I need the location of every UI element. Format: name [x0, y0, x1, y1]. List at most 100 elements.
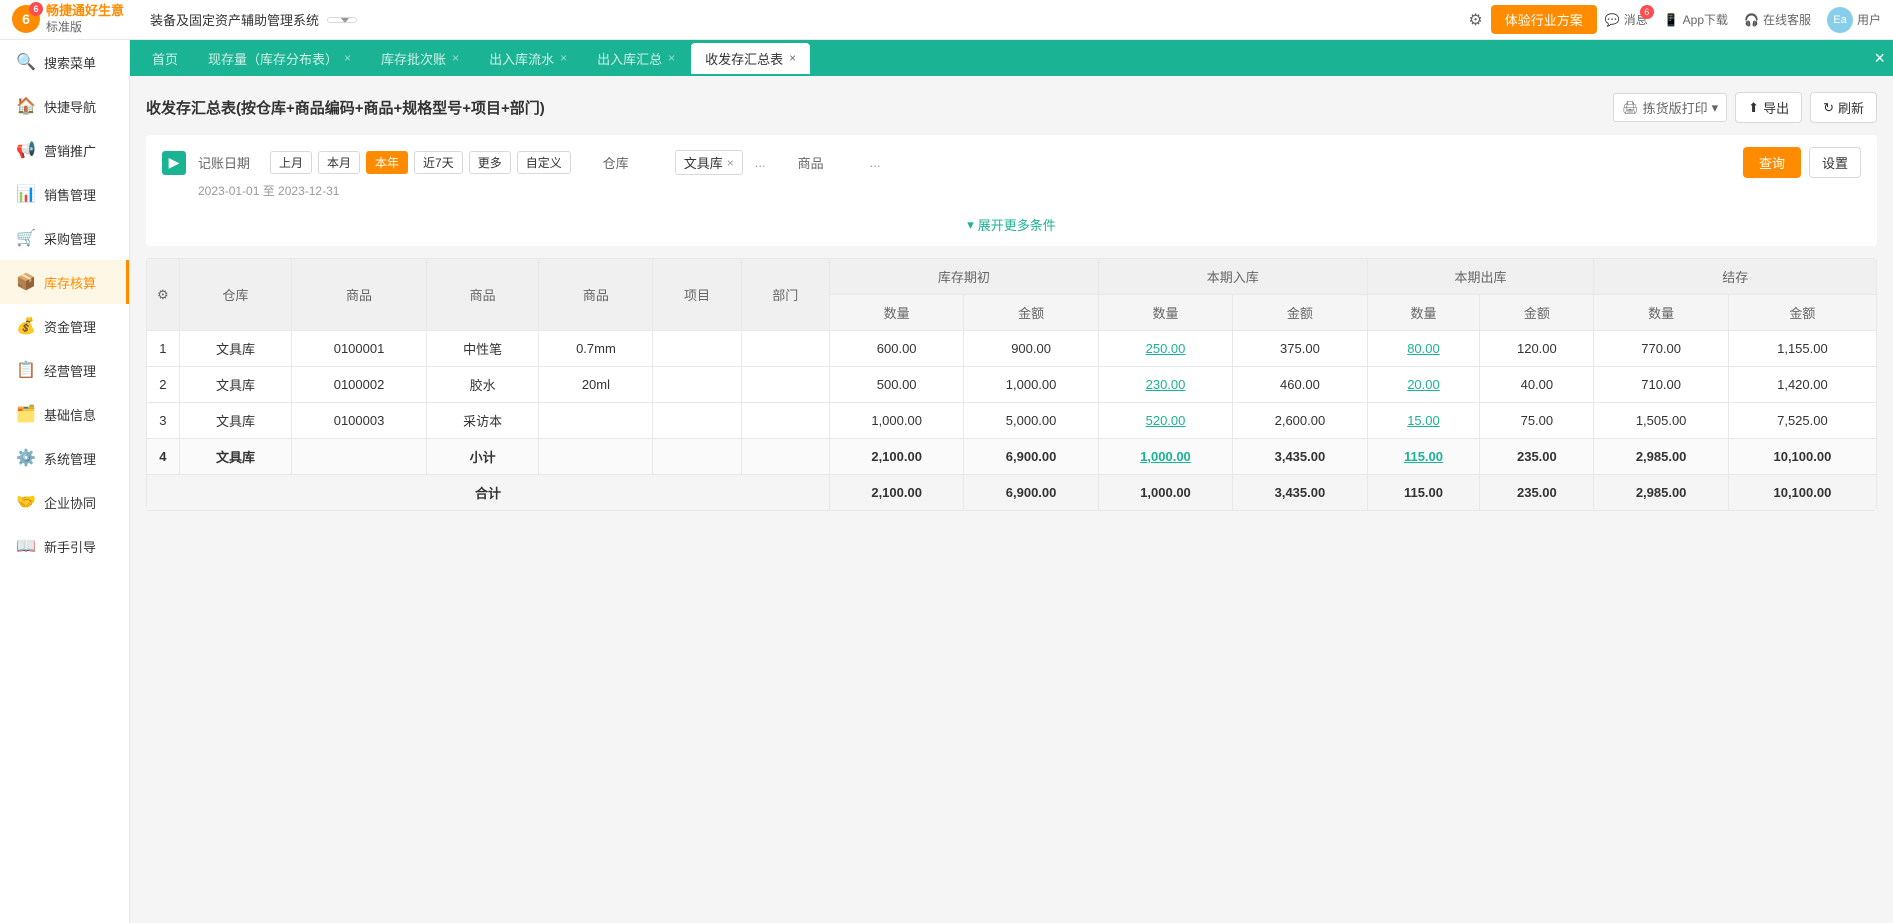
warehouse-filter-label: 仓库 [603, 153, 663, 172]
row-no: 1 [147, 331, 180, 367]
col-open-qty: 数量 [829, 295, 963, 331]
trial-button[interactable]: 体验行业方案 [1491, 5, 1597, 34]
sidebar-item-search[interactable]: 🔍 搜索菜单 [0, 40, 129, 84]
sidebar-item-operations[interactable]: 📋 经营管理 [0, 348, 129, 392]
gear-icon: ⚙️ [16, 448, 36, 468]
row-in-qty[interactable]: 250.00 [1098, 331, 1232, 367]
tab-stock-dist[interactable]: 现存量（库存分布表） × [194, 43, 365, 74]
sidebar-item-finance[interactable]: 💰 资金管理 [0, 304, 129, 348]
page-content: 收发存汇总表(按仓库+商品编码+商品+规格型号+项目+部门) 🖨 拣货版打印 ▾… [130, 76, 1893, 923]
col-in-amt: 金额 [1233, 295, 1367, 331]
date-btn-thisyear[interactable]: 本年 [366, 151, 408, 174]
user-btn[interactable]: Ea 用户 [1827, 7, 1881, 33]
date-btn-lastmonth[interactable]: 上月 [270, 151, 312, 174]
row-in-qty[interactable]: 230.00 [1098, 367, 1232, 403]
date-btn-more[interactable]: 更多 [469, 151, 511, 174]
sidebar-item-guide[interactable]: 📖 新手引导 [0, 524, 129, 568]
footer-close-amt: 10,100.00 [1728, 475, 1876, 511]
warehouse-tag-text: 文具库 [684, 153, 723, 172]
row-out-qty[interactable]: 20.00 [1367, 367, 1480, 403]
row-dept [741, 439, 829, 475]
row-code: 0100003 [292, 403, 426, 439]
settings-button[interactable]: 设置 [1809, 147, 1861, 178]
sidebar-label-sales: 销售管理 [44, 185, 96, 204]
row-out-qty[interactable]: 115.00 [1367, 439, 1480, 475]
message-icon: 💬 [1605, 13, 1620, 27]
date-btn-custom[interactable]: 自定义 [517, 151, 571, 174]
row-out-amt: 235.00 [1480, 439, 1594, 475]
row-open-qty: 1,000.00 [829, 403, 963, 439]
tab-inout-summary[interactable]: 出入库汇总 × [583, 43, 689, 74]
row-project [653, 439, 741, 475]
row-no: 2 [147, 367, 180, 403]
row-spec [539, 439, 653, 475]
system-select-btn[interactable] [327, 17, 357, 23]
notifications-btn[interactable]: 💬 消息 6 [1605, 11, 1648, 28]
tab-home[interactable]: 首页 [138, 43, 192, 74]
row-name: 中性笔 [426, 331, 539, 367]
handshake-icon: 🤝 [16, 492, 36, 512]
row-in-qty[interactable]: 1,000.00 [1098, 439, 1232, 475]
sidebar-item-basic[interactable]: 🗂️ 基础信息 [0, 392, 129, 436]
row-spec: 20ml [539, 367, 653, 403]
row-name: 胶水 [426, 367, 539, 403]
tab-batch-close[interactable]: × [452, 51, 459, 65]
expand-conditions-btn[interactable]: ▾ 展开更多条件 [967, 215, 1056, 234]
sidebar-item-marketing[interactable]: 📢 营销推广 [0, 128, 129, 172]
sidebar-item-purchase[interactable]: 🛒 采购管理 [0, 216, 129, 260]
home-icon: 🏠 [16, 96, 36, 116]
app-download-btn[interactable]: 📱 App下载 [1664, 11, 1728, 28]
row-no: 3 [147, 403, 180, 439]
col-out-amt: 金额 [1480, 295, 1594, 331]
tab-stock-dist-label: 现存量（库存分布表） [208, 49, 338, 68]
date-filter-label: 记账日期 [198, 153, 258, 172]
footer-close-qty: 2,985.00 [1594, 475, 1728, 511]
row-warehouse: 文具库 [179, 367, 292, 403]
tab-recv-send[interactable]: 收发存汇总表 × [691, 43, 810, 74]
date-btn-7days[interactable]: 近7天 [414, 151, 463, 174]
brand-sub: 标准版 [46, 20, 124, 36]
warehouse-tag-close[interactable]: × [727, 156, 734, 170]
export-btn[interactable]: ⬆ 导出 [1735, 92, 1802, 123]
row-close-qty: 1,505.00 [1594, 403, 1728, 439]
settings-icon[interactable]: ⚙ [1468, 10, 1482, 30]
tab-inout-flow-close[interactable]: × [560, 51, 567, 65]
sidebar-item-sales[interactable]: 📊 销售管理 [0, 172, 129, 216]
filter-toggle-btn[interactable]: ▶ [162, 151, 186, 175]
page-title: 收发存汇总表(按仓库+商品编码+商品+规格型号+项目+部门) [146, 97, 545, 118]
tab-inout-summary-label: 出入库汇总 [597, 49, 662, 68]
tabs-close-all-btn[interactable]: × [1874, 48, 1885, 69]
filter-row-main: ▶ 记账日期 上月 本月 本年 近7天 更多 自定义 仓库 文具库 × [162, 147, 1861, 178]
online-service-btn[interactable]: 🎧 在线客服 [1744, 11, 1811, 28]
tab-inout-summary-close[interactable]: × [668, 51, 675, 65]
row-close-amt: 1,155.00 [1728, 331, 1876, 367]
table-row: 1文具库0100001中性笔0.7mm600.00900.00250.00375… [147, 331, 1877, 367]
row-out-qty[interactable]: 15.00 [1367, 403, 1480, 439]
goods-more-btn[interactable]: ... [870, 155, 881, 170]
warehouse-more-btn[interactable]: ... [755, 155, 766, 170]
print-dropdown-btn[interactable]: 🖨 拣货版打印 ▾ [1613, 93, 1727, 122]
sidebar-item-inventory[interactable]: 📦 库存核算 [0, 260, 129, 304]
sidebar-item-quicknav[interactable]: 🏠 快捷导航 [0, 84, 129, 128]
print-label: 拣货版打印 [1643, 98, 1708, 117]
print-icon: 🖨 [1622, 100, 1639, 116]
query-button[interactable]: 查询 [1743, 147, 1801, 178]
tab-inout-flow-label: 出入库流水 [489, 49, 554, 68]
tab-home-label: 首页 [152, 49, 178, 68]
table-settings-col[interactable]: ⚙ [147, 259, 180, 331]
tab-batch[interactable]: 库存批次账 × [367, 43, 473, 74]
col-group-outbound: 本期出库 [1367, 259, 1594, 295]
sidebar-item-system[interactable]: ⚙️ 系统管理 [0, 436, 129, 480]
col-dept: 部门 [741, 259, 829, 331]
row-open-amt: 6,900.00 [964, 439, 1098, 475]
row-in-qty[interactable]: 520.00 [1098, 403, 1232, 439]
tab-stock-dist-close[interactable]: × [344, 51, 351, 65]
sidebar-item-collab[interactable]: 🤝 企业协同 [0, 480, 129, 524]
refresh-btn[interactable]: ↻ 刷新 [1810, 92, 1877, 123]
row-out-qty[interactable]: 80.00 [1367, 331, 1480, 367]
sidebar-label-inventory: 库存核算 [44, 273, 96, 292]
folder-icon: 🗂️ [16, 404, 36, 424]
tab-inout-flow[interactable]: 出入库流水 × [475, 43, 581, 74]
tab-recv-send-close[interactable]: × [789, 51, 796, 65]
date-btn-thismonth[interactable]: 本月 [318, 151, 360, 174]
